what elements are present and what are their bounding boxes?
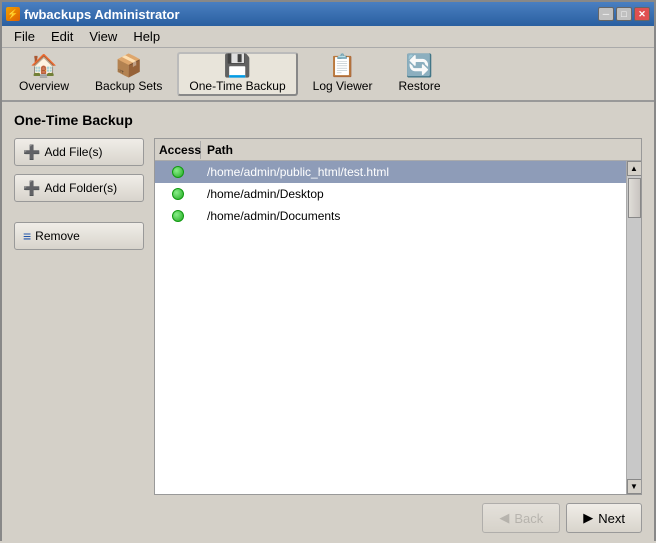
toolbar-overview[interactable]: 🏠 Overview [8, 52, 80, 96]
menu-file[interactable]: File [6, 27, 43, 46]
toolbar-log-viewer[interactable]: 📋 Log Viewer [302, 52, 384, 96]
row-path-2: /home/admin/Documents [201, 207, 626, 225]
add-files-button[interactable]: ➕ Add File(s) [14, 138, 144, 166]
back-button[interactable]: ◀ Back [482, 503, 560, 533]
scroll-thumb[interactable] [628, 178, 641, 218]
table-header: Access Path [155, 139, 641, 161]
add-folders-icon: ➕ [23, 180, 40, 197]
page-title: One-Time Backup [14, 112, 642, 128]
backup-sets-icon: 📦 [115, 55, 142, 77]
title-bar-left: ⚡ fwbackups Administrator [6, 7, 180, 22]
overview-icon: 🏠 [30, 55, 57, 77]
file-list-container: Access Path /home/admin/public_html/test… [154, 138, 642, 495]
table-row[interactable]: /home/admin/Desktop [155, 183, 626, 205]
main-area: ➕ Add File(s) ➕ Add Folder(s) ≡ Remove A… [14, 138, 642, 495]
add-files-icon: ➕ [23, 144, 40, 161]
toolbar-restore[interactable]: 🔄 Restore [387, 52, 451, 96]
remove-icon: ≡ [23, 228, 31, 244]
close-button[interactable]: ✕ [634, 7, 650, 21]
app-icon: ⚡ [6, 7, 20, 21]
row-access-1 [155, 186, 201, 202]
maximize-button[interactable]: □ [616, 7, 632, 21]
scroll-track[interactable] [627, 176, 642, 479]
log-viewer-label: Log Viewer [313, 79, 373, 93]
add-files-label: Add File(s) [44, 145, 102, 159]
restore-icon: 🔄 [406, 55, 433, 77]
scrollbar[interactable]: ▲ ▼ [626, 161, 641, 494]
title-bar: ⚡ fwbackups Administrator ─ □ ✕ [2, 2, 654, 26]
scroll-up-arrow[interactable]: ▲ [627, 161, 642, 176]
toolbar-backup-sets[interactable]: 📦 Backup Sets [84, 52, 173, 96]
toolbar: 🏠 Overview 📦 Backup Sets 💾 One-Time Back… [2, 48, 654, 102]
header-path: Path [201, 141, 626, 159]
remove-button[interactable]: ≡ Remove [14, 222, 144, 250]
window-controls: ─ □ ✕ [598, 7, 650, 21]
minimize-button[interactable]: ─ [598, 7, 614, 21]
row-access-2 [155, 208, 201, 224]
one-time-backup-icon: 💾 [224, 55, 251, 77]
row-path-1: /home/admin/Desktop [201, 185, 626, 203]
restore-label: Restore [398, 79, 440, 93]
toolbar-one-time-backup[interactable]: 💾 One-Time Backup [177, 52, 297, 96]
menu-edit[interactable]: Edit [43, 27, 81, 46]
menu-view[interactable]: View [81, 27, 125, 46]
table-row[interactable]: /home/admin/Documents [155, 205, 626, 227]
bottom-bar: ◀ Back ▶ Next [14, 495, 642, 533]
side-buttons: ➕ Add File(s) ➕ Add Folder(s) ≡ Remove [14, 138, 144, 495]
back-label: Back [514, 511, 543, 526]
access-indicator [172, 210, 184, 222]
back-arrow-icon: ◀ [499, 510, 509, 526]
next-arrow-icon: ▶ [583, 510, 593, 526]
next-label: Next [598, 511, 625, 526]
add-folders-button[interactable]: ➕ Add Folder(s) [14, 174, 144, 202]
table-row[interactable]: /home/admin/public_html/test.html [155, 161, 626, 183]
one-time-backup-label: One-Time Backup [189, 79, 285, 93]
table-body[interactable]: /home/admin/public_html/test.html /home/… [155, 161, 626, 494]
log-viewer-icon: 📋 [329, 55, 356, 77]
menu-bar: File Edit View Help [2, 26, 654, 48]
access-indicator [172, 188, 184, 200]
scroll-down-arrow[interactable]: ▼ [627, 479, 642, 494]
add-folders-label: Add Folder(s) [44, 181, 117, 195]
overview-label: Overview [19, 79, 69, 93]
content-area: One-Time Backup ➕ Add File(s) ➕ Add Fold… [2, 102, 654, 543]
backup-sets-label: Backup Sets [95, 79, 162, 93]
access-indicator [172, 166, 184, 178]
remove-label: Remove [35, 229, 80, 243]
row-access-0 [155, 164, 201, 180]
header-access: Access [155, 141, 201, 159]
row-path-0: /home/admin/public_html/test.html [201, 163, 626, 181]
next-button[interactable]: ▶ Next [566, 503, 642, 533]
menu-help[interactable]: Help [125, 27, 168, 46]
window-title: fwbackups Administrator [24, 7, 180, 22]
